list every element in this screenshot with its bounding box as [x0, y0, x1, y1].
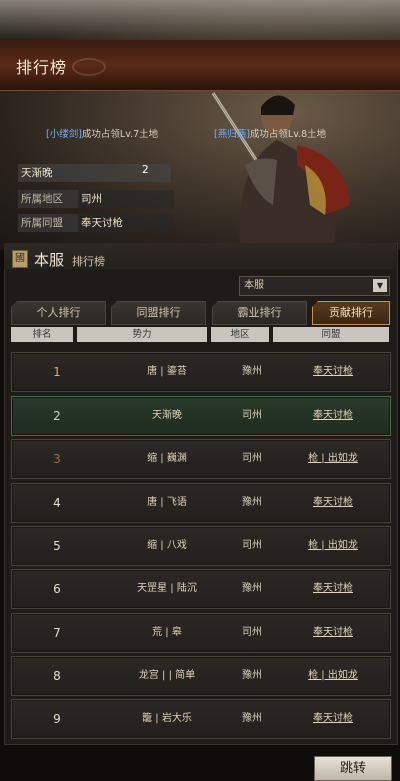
rank-cell: 7 [53, 626, 61, 640]
force-cell: 唐 | 鎏苔 [147, 366, 187, 377]
column-rank: 排名 [11, 327, 73, 342]
column-force: 势力 [77, 327, 207, 342]
news-item: [小缕剑]成功占领Lv.7土地 [46, 129, 159, 140]
jump-button[interactable]: 跳转 [314, 756, 392, 781]
force-cell: 籠 | 岩大乐 [142, 713, 192, 724]
region-cell: 司州 [242, 410, 262, 421]
server-select[interactable]: 本服 ▼ [239, 276, 390, 296]
table-row[interactable]: 7 荒 | 皋 司州 奉天讨枪 [11, 613, 391, 653]
tab-hegemony[interactable]: 霸业排行 [212, 301, 307, 325]
server-subtitle: 排行榜 [72, 255, 105, 268]
table-row[interactable]: 2 天渐晚 司州 奉天讨枪 [11, 396, 391, 436]
alliance-value: 奉天讨枪 [78, 214, 174, 232]
tab-personal[interactable]: 个人排行 [11, 301, 106, 325]
region-cell: 豫州 [242, 713, 262, 724]
region-cell: 司州 [242, 540, 262, 551]
rank-cell: 5 [53, 539, 61, 553]
alliance-link[interactable]: 奉天讨枪 [288, 570, 378, 608]
chevron-down-icon[interactable]: ▼ [373, 279, 387, 292]
tab-alliance[interactable]: 同盟排行 [111, 301, 206, 325]
column-region: 地区 [211, 327, 269, 342]
player-rank-value: 2 [142, 164, 149, 176]
region-cell: 豫州 [242, 497, 262, 508]
region-cell: 豫州 [242, 366, 262, 377]
force-cell: 缩 | 巍渊 [147, 453, 187, 464]
rank-cell: 3 [53, 452, 61, 466]
alliance-link[interactable]: 枪 | 出如龙 [288, 657, 378, 695]
region-label: 所属地区 [18, 190, 79, 208]
force-cell: 龙宫 | | 简单 [138, 670, 196, 681]
alliance-link[interactable]: 奉天讨枪 [288, 614, 378, 652]
table-row[interactable]: 3 缩 | 巍渊 司州 枪 | 出如龙 [11, 439, 391, 479]
rank-cell: 9 [53, 712, 61, 726]
alliance-link[interactable]: 枪 | 出如龙 [288, 440, 378, 478]
region-cell: 司州 [242, 627, 262, 638]
server-title: 本服 [34, 251, 65, 269]
news-item: [燕归燕]成功占领Lv.8土地 [214, 129, 327, 140]
force-cell: 天渐晚 [152, 410, 182, 421]
general-portrait [211, 92, 350, 250]
rank-cell: 6 [53, 582, 61, 596]
title-bar: 排行榜 [0, 40, 400, 91]
rank-cell: 2 [53, 409, 61, 423]
table-row[interactable]: 5 缩 | 八戏 司州 枪 | 出如龙 [11, 526, 391, 566]
server-select-value: 本服 [244, 280, 264, 291]
force-cell: 唐 | 飞语 [147, 497, 187, 508]
region-cell: 司州 [242, 453, 262, 464]
alliance-link[interactable]: 奉天讨枪 [288, 397, 378, 435]
rank-cell: 1 [53, 365, 61, 379]
rank-cell: 8 [53, 669, 61, 683]
region-cell: 豫州 [242, 583, 262, 594]
region-cell: 豫州 [242, 670, 262, 681]
alliance-link[interactable]: 奉天讨枪 [288, 700, 378, 738]
force-cell: 天罡星 | 陆沉 [137, 583, 197, 594]
tab-contribution[interactable]: 贡献排行 [312, 301, 390, 325]
alliance-link[interactable]: 枪 | 出如龙 [288, 527, 378, 565]
seal-icon: 國 [12, 250, 28, 268]
rank-cell: 4 [53, 496, 61, 510]
alliance-link[interactable]: 奉天讨枪 [288, 353, 378, 391]
table-row[interactable]: 4 唐 | 飞语 豫州 奉天讨枪 [11, 483, 391, 523]
table-row[interactable]: 8 龙宫 | | 简单 豫州 枪 | 出如龙 [11, 656, 391, 696]
alliance-label: 所属同盟 [18, 214, 79, 232]
region-value: 司州 [78, 190, 174, 208]
force-cell: 缩 | 八戏 [147, 540, 187, 551]
force-cell: 荒 | 皋 [152, 627, 182, 638]
table-row[interactable]: 1 唐 | 鎏苔 豫州 奉天讨枪 [11, 352, 391, 392]
table-row[interactable]: 9 籠 | 岩大乐 豫州 奉天讨枪 [11, 699, 391, 739]
table-row[interactable]: 6 天罡星 | 陆沉 豫州 奉天讨枪 [11, 569, 391, 609]
alliance-link[interactable]: 奉天讨枪 [288, 484, 378, 522]
page-title: 排行榜 [16, 58, 68, 77]
column-alliance: 同盟 [273, 327, 389, 342]
swirl-ornament-icon [72, 58, 106, 76]
